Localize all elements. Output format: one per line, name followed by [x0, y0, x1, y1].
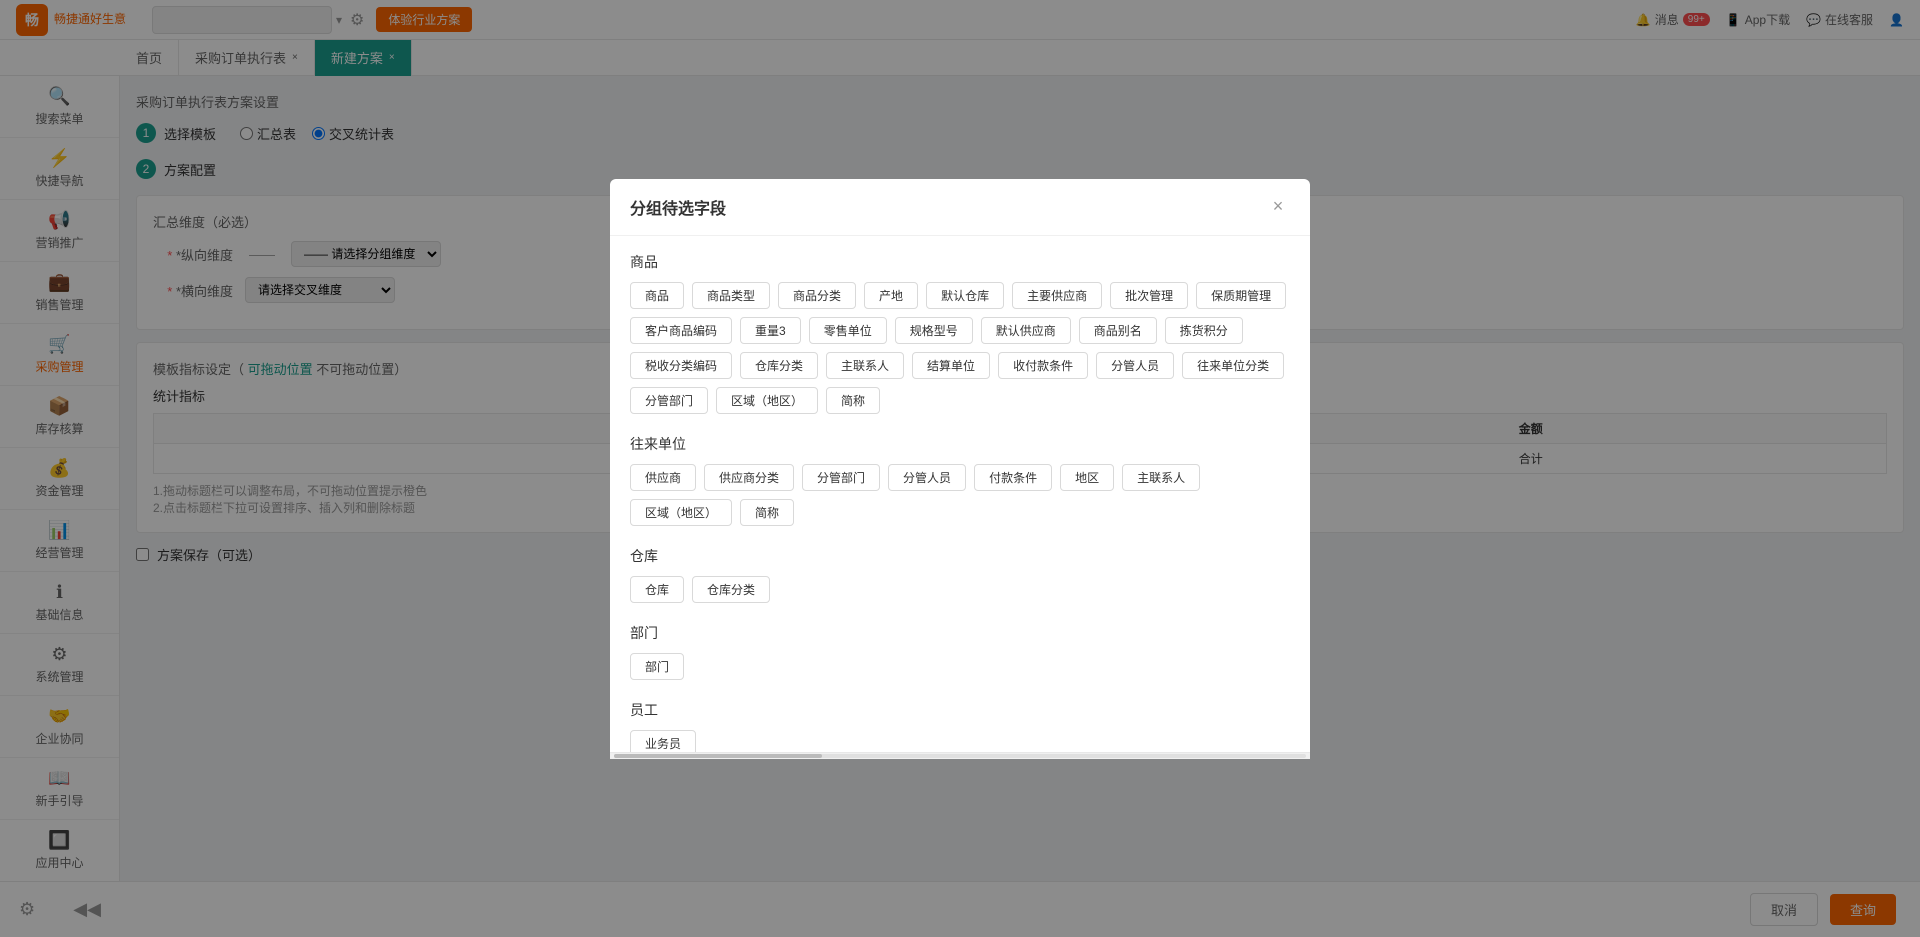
field-tag-0-12[interactable]: 默认供应商 — [981, 317, 1071, 344]
field-tag-0-4[interactable]: 默认仓库 — [926, 282, 1004, 309]
field-section-3: 部门部门 — [630, 623, 1290, 680]
field-tag-0-6[interactable]: 批次管理 — [1110, 282, 1188, 309]
field-section-4: 员工业务员 — [630, 700, 1290, 752]
field-tag-3-0[interactable]: 部门 — [630, 653, 684, 680]
scroll-thumb[interactable] — [614, 754, 822, 758]
field-tag-0-18[interactable]: 结算单位 — [912, 352, 990, 379]
field-tag-0-24[interactable]: 简称 — [826, 387, 880, 414]
field-tag-1-7[interactable]: 区域（地区） — [630, 499, 732, 526]
field-tag-1-5[interactable]: 地区 — [1060, 464, 1114, 491]
field-tag-1-3[interactable]: 分管人员 — [888, 464, 966, 491]
field-tag-1-8[interactable]: 简称 — [740, 499, 794, 526]
field-tag-0-15[interactable]: 税收分类编码 — [630, 352, 732, 379]
field-section-1: 往来单位供应商供应商分类分管部门分管人员付款条件地区主联系人区域（地区） 简称 — [630, 434, 1290, 526]
field-tag-4-0[interactable]: 业务员 — [630, 730, 696, 752]
field-tag-0-7[interactable]: 保质期管理 — [1196, 282, 1286, 309]
field-section-title-0: 商品 — [630, 252, 1290, 272]
field-section-0: 商品商品商品类型商品分类产地默认仓库主要供应商批次管理保质期管理客户商品编码重量… — [630, 252, 1290, 414]
field-tag-0-17[interactable]: 主联系人 — [826, 352, 904, 379]
field-tags-4: 业务员 — [630, 730, 1290, 752]
field-tag-0-20[interactable]: 分管人员 — [1096, 352, 1174, 379]
field-tag-0-19[interactable]: 收付款条件 — [998, 352, 1088, 379]
modal-overlay[interactable]: 分组待选字段 × 商品商品商品类型商品分类产地默认仓库主要供应商批次管理保质期管… — [0, 0, 1920, 937]
field-section-title-4: 员工 — [630, 700, 1290, 720]
field-tag-0-8[interactable]: 客户商品编码 — [630, 317, 732, 344]
field-tag-1-2[interactable]: 分管部门 — [802, 464, 880, 491]
field-tags-1: 供应商供应商分类分管部门分管人员付款条件地区主联系人区域（地区） 简称 — [630, 464, 1290, 526]
field-tag-0-9[interactable]: 重量3 — [740, 317, 801, 344]
field-tag-0-23[interactable]: 区域（地区） — [716, 387, 818, 414]
field-tag-0-3[interactable]: 产地 — [864, 282, 918, 309]
field-tag-0-14[interactable]: 拣货积分 — [1165, 317, 1243, 344]
field-section-title-2: 仓库 — [630, 546, 1290, 566]
field-tag-1-1[interactable]: 供应商分类 — [704, 464, 794, 491]
modal-body: 商品商品商品类型商品分类产地默认仓库主要供应商批次管理保质期管理客户商品编码重量… — [610, 236, 1310, 752]
field-tag-0-0[interactable]: 商品 — [630, 282, 684, 309]
field-tag-0-22[interactable]: 分管部门 — [630, 387, 708, 414]
field-tag-0-1[interactable]: 商品类型 — [692, 282, 770, 309]
scroll-track — [614, 754, 1306, 758]
field-section-title-3: 部门 — [630, 623, 1290, 643]
field-tag-1-0[interactable]: 供应商 — [630, 464, 696, 491]
field-tag-0-5[interactable]: 主要供应商 — [1012, 282, 1102, 309]
field-tag-1-6[interactable]: 主联系人 — [1122, 464, 1200, 491]
modal-title: 分组待选字段 — [630, 195, 726, 219]
modal-dialog: 分组待选字段 × 商品商品商品类型商品分类产地默认仓库主要供应商批次管理保质期管… — [610, 179, 1310, 759]
field-section-title-1: 往来单位 — [630, 434, 1290, 454]
field-tag-0-2[interactable]: 商品分类 — [778, 282, 856, 309]
field-tag-0-13[interactable]: 商品别名 — [1079, 317, 1157, 344]
modal-header: 分组待选字段 × — [610, 179, 1310, 236]
field-tag-0-16[interactable]: 仓库分类 — [740, 352, 818, 379]
field-tags-0: 商品商品类型商品分类产地默认仓库主要供应商批次管理保质期管理客户商品编码重量3 零… — [630, 282, 1290, 414]
field-tag-2-1[interactable]: 仓库分类 — [692, 576, 770, 603]
field-section-2: 仓库仓库仓库分类 — [630, 546, 1290, 603]
field-tag-0-11[interactable]: 规格型号 — [895, 317, 973, 344]
field-tag-0-21[interactable]: 往来单位分类 — [1182, 352, 1284, 379]
field-tag-0-10[interactable]: 零售单位 — [809, 317, 887, 344]
horizontal-scrollbar[interactable] — [610, 752, 1310, 759]
modal-close-button[interactable]: × — [1266, 195, 1290, 219]
field-tag-1-4[interactable]: 付款条件 — [974, 464, 1052, 491]
field-tag-2-0[interactable]: 仓库 — [630, 576, 684, 603]
field-tags-3: 部门 — [630, 653, 1290, 680]
field-tags-2: 仓库仓库分类 — [630, 576, 1290, 603]
